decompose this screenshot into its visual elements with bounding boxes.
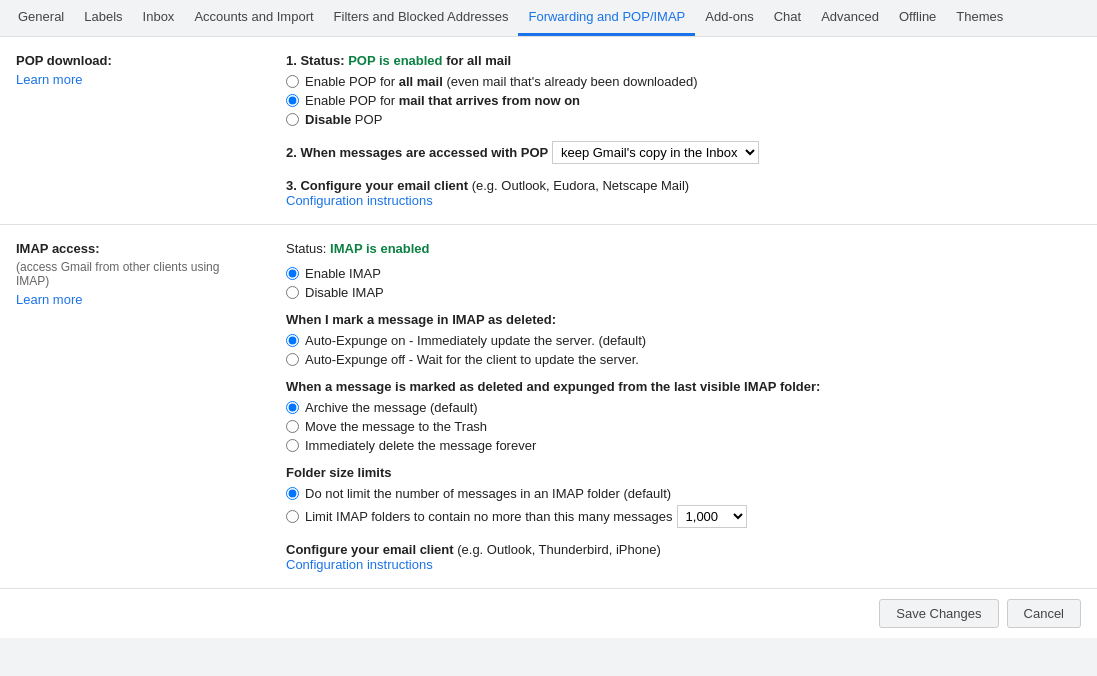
imap-right: Status: IMAP is enabled Enable IMAP Disa… — [270, 241, 1097, 572]
imap-expunged-option3-radio[interactable] — [286, 439, 299, 452]
imap-status-text: IMAP is enabled — [330, 241, 429, 256]
pop-title: POP download: — [16, 53, 254, 68]
nav-accounts[interactable]: Accounts and Import — [184, 0, 323, 36]
imap-expunged-option2-radio[interactable] — [286, 420, 299, 433]
imap-deleted-option1-row: Auto-Expunge on - Immediately update the… — [286, 333, 1081, 348]
pop-left: POP download: Learn more — [0, 53, 270, 208]
pop-configure-row: 3. Configure your email client (e.g. Out… — [286, 178, 1081, 193]
pop-config-link[interactable]: Configuration instructions — [286, 193, 433, 208]
pop-config-link-row: Configuration instructions — [286, 193, 1081, 208]
imap-expunged-option3-row: Immediately delete the message forever — [286, 438, 1081, 453]
imap-deleted-option1-text: Auto-Expunge on - Immediately update the… — [305, 333, 646, 348]
pop-when-label: 2. When messages are accessed with POP — [286, 145, 548, 160]
pop-when-select-wrapper: keep Gmail's copy in the Inbox archive G… — [552, 145, 759, 160]
nav-filters[interactable]: Filters and Blocked Addresses — [324, 0, 519, 36]
pop-configure-prefix: 3. Configure your email client — [286, 178, 468, 193]
pop-status-suffix: for all mail — [443, 53, 512, 68]
imap-disable-radio[interactable] — [286, 286, 299, 299]
nav-addons[interactable]: Add-ons — [695, 0, 763, 36]
pop-option2-row: Enable POP for mail that arrives from no… — [286, 93, 1081, 108]
pop-option3-text: Disable POP — [305, 112, 382, 127]
imap-learn-more[interactable]: Learn more — [16, 292, 82, 307]
pop-status-text: POP is enabled — [348, 53, 442, 68]
save-button[interactable]: Save Changes — [879, 599, 998, 628]
imap-subtitle: (access Gmail from other clients using I… — [16, 260, 254, 288]
nav-labels[interactable]: Labels — [74, 0, 132, 36]
cancel-button[interactable]: Cancel — [1007, 599, 1081, 628]
imap-deleted-option1-radio[interactable] — [286, 334, 299, 347]
nav-chat[interactable]: Chat — [764, 0, 811, 36]
imap-folder-option2-text: Limit IMAP folders to contain no more th… — [305, 509, 673, 524]
imap-section: IMAP access: (access Gmail from other cl… — [0, 225, 1097, 588]
imap-expunged-option1-radio[interactable] — [286, 401, 299, 414]
imap-status-prefix: Status: — [286, 241, 330, 256]
pop-learn-more[interactable]: Learn more — [16, 72, 82, 87]
imap-expunged-label: When a message is marked as deleted and … — [286, 379, 1081, 394]
pop-when-select[interactable]: keep Gmail's copy in the Inbox archive G… — [552, 141, 759, 164]
imap-expunged-option2-text: Move the message to the Trash — [305, 419, 487, 434]
pop-option1-radio[interactable] — [286, 75, 299, 88]
imap-expunged-option3-text: Immediately delete the message forever — [305, 438, 536, 453]
settings-content: POP download: Learn more 1. Status: POP … — [0, 37, 1097, 588]
pop-status-line: 1. Status: POP is enabled for all mail — [286, 53, 1081, 68]
settings-nav: General Labels Inbox Accounts and Import… — [0, 0, 1097, 37]
imap-configure-suffix: (e.g. Outlook, Thunderbird, iPhone) — [454, 542, 661, 557]
imap-status-line: Status: IMAP is enabled — [286, 241, 1081, 256]
pop-right: 1. Status: POP is enabled for all mail E… — [270, 53, 1097, 208]
pop-option1-text: Enable POP for all mail (even mail that'… — [305, 74, 698, 89]
nav-inbox[interactable]: Inbox — [133, 0, 185, 36]
imap-enable-label: Enable IMAP — [305, 266, 381, 281]
pop-section: POP download: Learn more 1. Status: POP … — [0, 37, 1097, 225]
pop-option2-text: Enable POP for mail that arrives from no… — [305, 93, 580, 108]
imap-configure-prefix: Configure your email client — [286, 542, 454, 557]
pop-option3-row: Disable POP — [286, 112, 1081, 127]
imap-config-link[interactable]: Configuration instructions — [286, 557, 433, 572]
nav-offline[interactable]: Offline — [889, 0, 946, 36]
imap-disable-row: Disable IMAP — [286, 285, 1081, 300]
imap-enable-radio[interactable] — [286, 267, 299, 280]
imap-config-link-row: Configuration instructions — [286, 557, 1081, 572]
imap-folder-select-wrapper: 1,000 2,000 5,000 10,000 — [677, 505, 747, 528]
nav-general[interactable]: General — [8, 0, 74, 36]
imap-folder-option1-radio[interactable] — [286, 487, 299, 500]
imap-expunged-option1-row: Archive the message (default) — [286, 400, 1081, 415]
imap-folder-option1-text: Do not limit the number of messages in a… — [305, 486, 671, 501]
settings-footer: Save Changes Cancel — [0, 588, 1097, 638]
pop-configure-suffix: (e.g. Outlook, Eudora, Netscape Mail) — [468, 178, 689, 193]
pop-option1-row: Enable POP for all mail (even mail that'… — [286, 74, 1081, 89]
imap-folder-select[interactable]: 1,000 2,000 5,000 10,000 — [677, 505, 747, 528]
nav-advanced[interactable]: Advanced — [811, 0, 889, 36]
imap-expunged-option1-text: Archive the message (default) — [305, 400, 478, 415]
imap-expunged-option2-row: Move the message to the Trash — [286, 419, 1081, 434]
imap-folder-option1-row: Do not limit the number of messages in a… — [286, 486, 1081, 501]
imap-title: IMAP access: — [16, 241, 254, 256]
pop-status-prefix: 1. Status: — [286, 53, 348, 68]
imap-folder-label: Folder size limits — [286, 465, 1081, 480]
imap-deleted-option2-row: Auto-Expunge off - Wait for the client t… — [286, 352, 1081, 367]
pop-option2-radio[interactable] — [286, 94, 299, 107]
imap-disable-label: Disable IMAP — [305, 285, 384, 300]
imap-deleted-option2-radio[interactable] — [286, 353, 299, 366]
imap-enable-row: Enable IMAP — [286, 266, 1081, 281]
nav-forwarding[interactable]: Forwarding and POP/IMAP — [518, 0, 695, 36]
imap-folder-option2-row: Limit IMAP folders to contain no more th… — [286, 505, 1081, 528]
imap-deleted-label: When I mark a message in IMAP as deleted… — [286, 312, 1081, 327]
pop-option3-radio[interactable] — [286, 113, 299, 126]
imap-configure-row: Configure your email client (e.g. Outloo… — [286, 542, 1081, 557]
imap-deleted-option2-text: Auto-Expunge off - Wait for the client t… — [305, 352, 639, 367]
pop-when-row: 2. When messages are accessed with POP k… — [286, 141, 1081, 164]
imap-folder-option2-radio[interactable] — [286, 510, 299, 523]
nav-themes[interactable]: Themes — [946, 0, 1013, 36]
imap-left: IMAP access: (access Gmail from other cl… — [0, 241, 270, 307]
